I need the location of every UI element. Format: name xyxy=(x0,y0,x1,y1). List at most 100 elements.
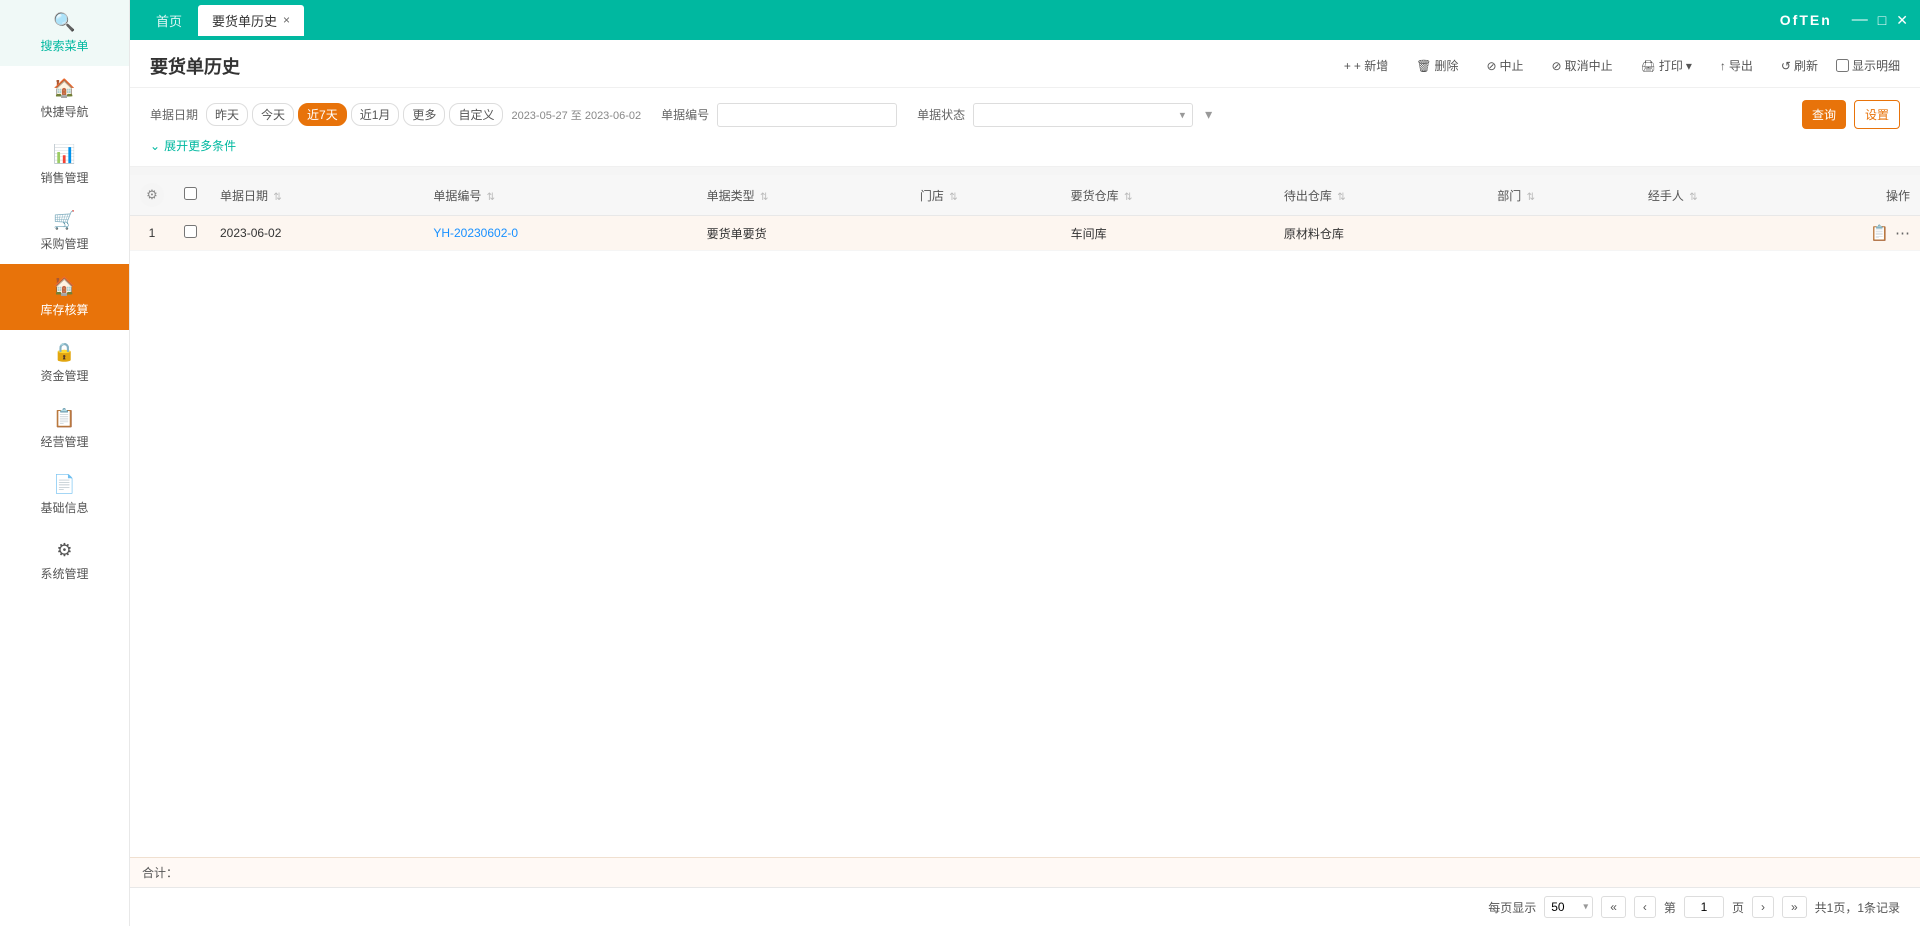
print-button[interactable]: 🖨 打印 ▾ xyxy=(1631,52,1702,79)
display-cell-toggle[interactable]: 显示明细 xyxy=(1836,57,1900,74)
bill-no-link[interactable]: YH-20230602-0 xyxy=(433,226,518,240)
sidebar-item-label: 资金管理 xyxy=(40,367,88,384)
purchase-icon: 🛒 xyxy=(53,210,75,231)
sort-pending-warehouse-icon: ⇅ xyxy=(1337,192,1345,203)
sidebar-item-sales-mgmt[interactable]: 📊 销售管理 xyxy=(0,132,129,198)
system-icon: ⚙ xyxy=(56,540,72,561)
footer-total-label: 合计： xyxy=(142,864,178,881)
sidebar-item-search-menu[interactable]: 🔍 搜索菜单 xyxy=(0,0,129,66)
page-title: 要货单历史 xyxy=(150,53,240,79)
col-checkbox xyxy=(174,175,210,216)
col-date[interactable]: 单据日期 ⇅ xyxy=(210,175,423,216)
pagination: 每页显示 20 50 100 « ‹ 第 页 › » 共1页，1条记录 xyxy=(130,887,1920,926)
main-content: 首页 要货单历史 × OfTEn — □ ✕ 要货单历史 + + 新增 🗑 删除… xyxy=(130,0,1920,926)
bill-no-filter-item: 单据编号 xyxy=(661,103,897,127)
last-page-btn[interactable]: » xyxy=(1782,896,1807,918)
cell-bill-type: 要货单要货 xyxy=(697,216,910,251)
status-select[interactable] xyxy=(973,103,1193,127)
new-button[interactable]: + + 新增 xyxy=(1334,52,1398,79)
column-settings-icon[interactable]: ⚙ xyxy=(140,183,164,207)
window-minimize-btn[interactable]: — xyxy=(1852,11,1868,29)
export-button[interactable]: ↑ 导出 xyxy=(1710,52,1763,79)
next-page-btn[interactable]: › xyxy=(1752,896,1774,918)
query-button[interactable]: 查询 xyxy=(1802,100,1846,129)
row-action-icons: 📋 ⋯ xyxy=(1830,224,1910,242)
col-req-warehouse[interactable]: 要货仓库 ⇅ xyxy=(1061,175,1274,216)
delete-button[interactable]: 🗑 删除 xyxy=(1406,52,1468,79)
home-icon: 🏠 xyxy=(53,78,75,99)
print-chevron-icon: ▾ xyxy=(1686,59,1692,73)
expand-more-btn[interactable]: ⌄ 展开更多条件 xyxy=(150,137,1900,154)
cell-checkbox xyxy=(174,216,210,251)
page-header: 要货单历史 + + 新增 🗑 删除 ⊘ 中止 ⊘ 取消中止 🖨 打印 ▾ xyxy=(130,40,1920,88)
sidebar-item-operations-mgmt[interactable]: 📋 经营管理 xyxy=(0,396,129,462)
date-btn-custom[interactable]: 自定义 xyxy=(449,103,503,126)
date-btn-more[interactable]: 更多 xyxy=(403,103,445,126)
first-page-btn[interactable]: « xyxy=(1601,896,1626,918)
sidebar-item-system-mgmt[interactable]: ⚙ 系统管理 xyxy=(0,528,129,594)
sidebar-item-basic-info[interactable]: 📄 基础信息 xyxy=(0,462,129,528)
sidebar-item-inventory[interactable]: 🏠 库存核算 xyxy=(0,264,129,330)
cell-store xyxy=(910,216,1061,251)
date-btn-7days[interactable]: 近7天 xyxy=(298,103,347,126)
tab-close-icon[interactable]: × xyxy=(283,13,290,27)
tab-active[interactable]: 要货单历史 × xyxy=(198,5,304,36)
col-dept-label: 部门 xyxy=(1497,189,1521,203)
delete-icon: 🗑 xyxy=(1416,59,1431,73)
sidebar-item-label: 经营管理 xyxy=(40,433,88,450)
col-req-warehouse-label: 要货仓库 xyxy=(1071,189,1119,203)
table-area: ⚙ 单据日期 ⇅ 单据编号 ⇅ xyxy=(130,175,1920,887)
col-bill-no[interactable]: 单据编号 ⇅ xyxy=(423,175,696,216)
col-pending-warehouse[interactable]: 待出仓库 ⇅ xyxy=(1274,175,1487,216)
display-cell-checkbox[interactable] xyxy=(1836,59,1849,72)
refresh-icon: ↺ xyxy=(1781,59,1791,73)
sidebar-item-quick-nav[interactable]: 🏠 快捷导航 xyxy=(0,66,129,132)
print-icon: 🖨 xyxy=(1641,59,1656,73)
per-page-select[interactable]: 20 50 100 xyxy=(1544,896,1593,918)
row-edit-icon[interactable]: 📋 xyxy=(1870,224,1889,242)
tab-home[interactable]: 首页 xyxy=(142,5,196,36)
sort-bill-type-icon: ⇅ xyxy=(760,192,768,203)
col-handler[interactable]: 经手人 ⇅ xyxy=(1638,175,1820,216)
window-close-btn[interactable]: ✕ xyxy=(1896,12,1908,29)
col-store[interactable]: 门店 ⇅ xyxy=(910,175,1061,216)
cancel-suspend-icon: ⊘ xyxy=(1552,59,1562,73)
suspend-button[interactable]: ⊘ 中止 xyxy=(1476,52,1533,79)
col-dept[interactable]: 部门 ⇅ xyxy=(1487,175,1638,216)
sidebar-item-purchase-mgmt[interactable]: 🛒 采购管理 xyxy=(0,198,129,264)
sidebar-item-label: 系统管理 xyxy=(40,565,88,582)
select-all-checkbox[interactable] xyxy=(184,187,197,200)
col-handler-label: 经手人 xyxy=(1648,189,1684,203)
bill-no-input[interactable] xyxy=(717,103,897,127)
status-filter-item: 单据状态 ▾ xyxy=(917,103,1212,127)
date-btn-1month[interactable]: 近1月 xyxy=(351,103,400,126)
window-maximize-btn[interactable]: □ xyxy=(1878,12,1886,28)
cell-dept xyxy=(1487,216,1638,251)
expand-chevron-icon: ⌄ xyxy=(150,139,160,153)
refresh-button[interactable]: ↺ 刷新 xyxy=(1771,52,1828,79)
col-bill-type[interactable]: 单据类型 ⇅ xyxy=(697,175,910,216)
row-checkbox[interactable] xyxy=(184,225,197,238)
tab-home-label: 首页 xyxy=(156,11,182,30)
cell-date: 2023-06-02 xyxy=(210,216,423,251)
current-page-input[interactable] xyxy=(1684,896,1724,918)
sort-handler-icon: ⇅ xyxy=(1689,192,1697,203)
prev-page-btn[interactable]: ‹ xyxy=(1634,896,1656,918)
table-footer: 合计： xyxy=(130,857,1920,887)
setting-button[interactable]: 设置 xyxy=(1854,100,1900,129)
col-bill-no-label: 单据编号 xyxy=(433,189,481,203)
header-actions: + + 新增 🗑 删除 ⊘ 中止 ⊘ 取消中止 🖨 打印 ▾ ↑ xyxy=(1334,52,1900,79)
date-btn-today[interactable]: 今天 xyxy=(252,103,294,126)
cancel-suspend-button[interactable]: ⊘ 取消中止 xyxy=(1542,52,1623,79)
topbar-right: OfTEn — □ ✕ xyxy=(1780,11,1908,29)
row-more-icon[interactable]: ⋯ xyxy=(1895,224,1910,242)
topbar: 首页 要货单历史 × OfTEn — □ ✕ xyxy=(130,0,1920,40)
table-wrapper: ⚙ 单据日期 ⇅ 单据编号 ⇅ xyxy=(130,175,1920,857)
sales-icon: 📊 xyxy=(53,144,75,165)
expand-more-label: 展开更多条件 xyxy=(164,137,236,154)
status-select-wrap xyxy=(973,103,1193,127)
date-btn-yesterday[interactable]: 昨天 xyxy=(206,103,248,126)
sidebar-item-finance-mgmt[interactable]: 🔒 资金管理 xyxy=(0,330,129,396)
sidebar-item-label: 采购管理 xyxy=(40,235,88,252)
display-cell-label: 显示明细 xyxy=(1852,57,1900,74)
